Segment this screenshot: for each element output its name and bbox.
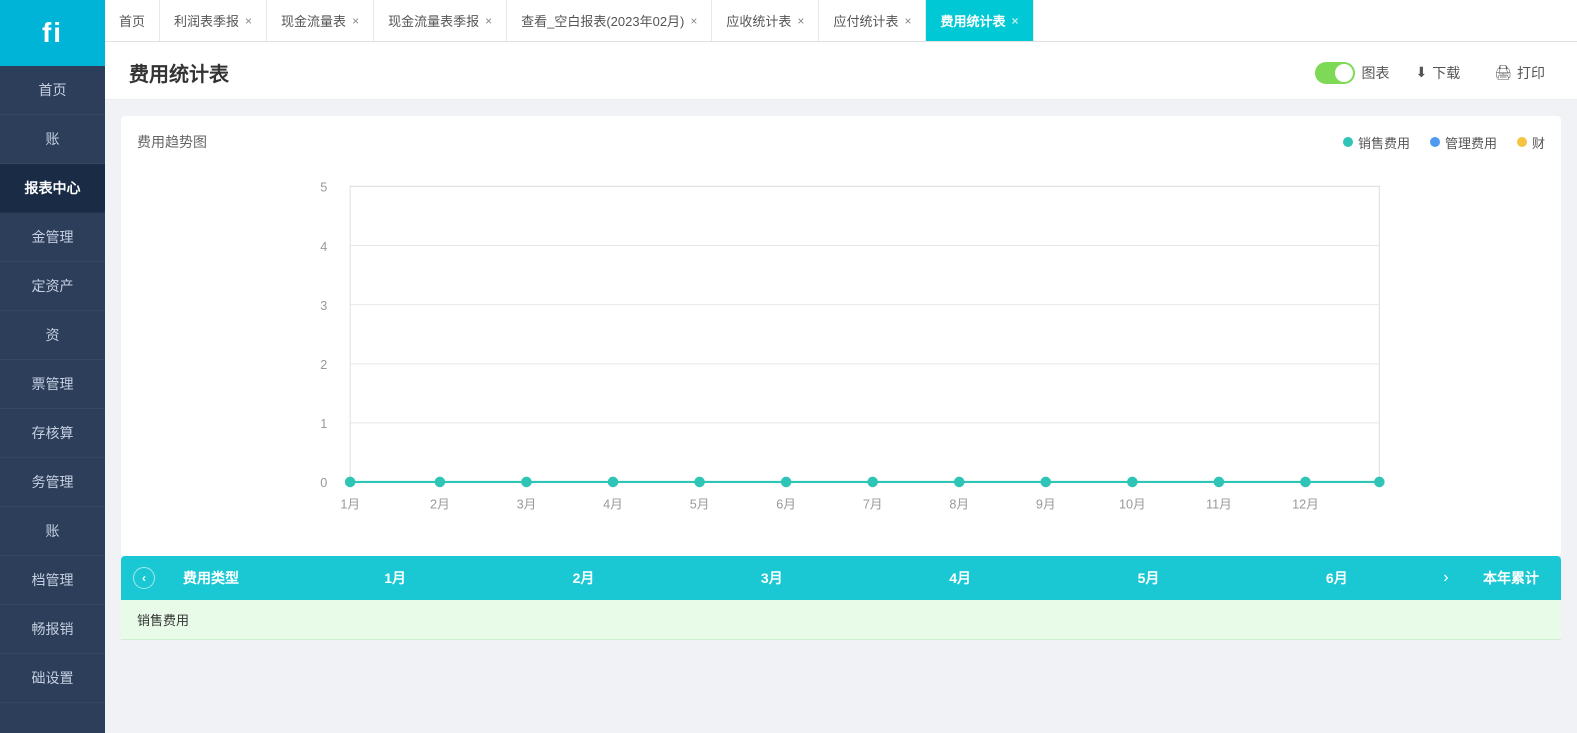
svg-text:4: 4 (320, 240, 327, 254)
th-month-2: 2月 (489, 568, 677, 588)
page-header: 费用统计表 图表 ⬇ 下载 🖨 打印 (105, 42, 1577, 100)
sidebar-item-account[interactable]: 账 (0, 115, 105, 164)
legend-label-sales: 销售费用 (1358, 133, 1410, 152)
chart-toggle[interactable] (1315, 62, 1355, 84)
sidebar-item-invoice[interactable]: 票管理 (0, 360, 105, 409)
legend-dot-sales (1343, 137, 1353, 147)
svg-text:5: 5 (320, 181, 327, 195)
sidebar: fi 首页 账 报表中心 金管理 定资产 资 票管理 存核算 务管理 账 档管理… (0, 0, 105, 733)
sidebar-item-resource[interactable]: 资 (0, 311, 105, 360)
tab-bar: 首页 利润表季报 × 现金流量表 × 现金流量表季报 × 查看_空白报表(202… (105, 0, 1577, 42)
table-header-row: ‹ 费用类型 1月 2月 3月 4月 5月 6月 › 本年累计 (121, 556, 1561, 600)
close-profit-tab[interactable]: × (245, 14, 252, 28)
print-icon: 🖨 (1494, 64, 1512, 81)
close-payable-tab[interactable]: × (904, 14, 911, 28)
th-month-4: 4月 (866, 568, 1054, 588)
svg-text:7月: 7月 (863, 497, 883, 511)
chart-title: 费用趋势图 (137, 132, 207, 152)
download-label: 下载 (1432, 63, 1460, 83)
chart-svg: 5 4 3 2 1 0 (137, 160, 1545, 540)
print-label: 打印 (1517, 63, 1545, 83)
th-total: 本年累计 (1461, 568, 1561, 588)
chart-container: 费用趋势图 销售费用 管理费用 财 (121, 116, 1561, 556)
svg-text:9月: 9月 (1036, 497, 1056, 511)
download-button[interactable]: ⬇ 下载 (1407, 59, 1468, 87)
sidebar-item-report-center[interactable]: 报表中心 (0, 164, 105, 213)
sidebar-item-archive[interactable]: 档管理 (0, 556, 105, 605)
close-cashflow-quarter-tab[interactable]: × (485, 14, 492, 28)
legend-dot-mgmt (1430, 137, 1440, 147)
table-nav-left[interactable]: ‹ (133, 567, 155, 589)
close-receivable-tab[interactable]: × (797, 14, 804, 28)
svg-text:3月: 3月 (517, 497, 537, 511)
sidebar-item-service[interactable]: 务管理 (0, 458, 105, 507)
row-label-sales: 销售费用 (121, 610, 301, 629)
chart-svg-container: 5 4 3 2 1 0 (137, 160, 1545, 540)
svg-text:3: 3 (320, 299, 327, 313)
th-month-1: 1月 (301, 568, 489, 588)
legend-label-mgmt: 管理费用 (1445, 133, 1497, 152)
sidebar-item-home[interactable]: 首页 (0, 66, 105, 115)
page-title: 费用统计表 (129, 58, 229, 87)
sidebar-item-ledger[interactable]: 账 (0, 507, 105, 556)
legend-sales: 销售费用 (1343, 133, 1410, 152)
close-expense-stat-tab[interactable]: × (1011, 14, 1018, 28)
download-icon: ⬇ (1415, 64, 1427, 81)
svg-text:4月: 4月 (603, 497, 623, 511)
print-button[interactable]: 🖨 打印 (1486, 59, 1553, 87)
svg-text:8月: 8月 (949, 497, 969, 511)
legend-dot-finance (1517, 137, 1527, 147)
sidebar-item-expense[interactable]: 畅报销 (0, 605, 105, 654)
sidebar-item-finance[interactable]: 金管理 (0, 213, 105, 262)
svg-text:10月: 10月 (1119, 497, 1146, 511)
main-area: 首页 利润表季报 × 现金流量表 × 现金流量表季报 × 查看_空白报表(202… (105, 0, 1577, 733)
legend-mgmt: 管理费用 (1430, 133, 1497, 152)
tab-receivable[interactable]: 应收统计表 × (712, 0, 819, 41)
close-cashflow-tab[interactable]: × (352, 14, 359, 28)
svg-text:0: 0 (320, 476, 327, 490)
sidebar-logo: fi (0, 0, 105, 66)
svg-text:5月: 5月 (690, 497, 710, 511)
sidebar-item-settings[interactable]: 础设置 (0, 654, 105, 703)
th-type: ‹ 费用类型 (121, 567, 301, 589)
svg-text:2: 2 (320, 358, 327, 372)
legend-label-finance: 财 (1532, 133, 1545, 152)
th-month-3: 3月 (678, 568, 866, 588)
sidebar-item-fixed-assets[interactable]: 定资产 (0, 262, 105, 311)
chart-header: 费用趋势图 销售费用 管理费用 财 (137, 132, 1545, 152)
tab-expense-stat[interactable]: 费用统计表 × (926, 0, 1033, 41)
svg-text:11月: 11月 (1206, 497, 1232, 511)
chart-toggle-wrap: 图表 (1315, 62, 1389, 84)
chart-toggle-label: 图表 (1361, 63, 1389, 83)
tab-payable[interactable]: 应付统计表 × (819, 0, 926, 41)
chart-legend: 销售费用 管理费用 财 (1343, 133, 1545, 152)
tab-cashflow-quarter[interactable]: 现金流量表季报 × (374, 0, 507, 41)
header-actions: 图表 ⬇ 下载 🖨 打印 (1315, 59, 1553, 87)
tab-home[interactable]: 首页 (105, 0, 160, 41)
table-section: ‹ 费用类型 1月 2月 3月 4月 5月 6月 › 本年累计 销售费用 (121, 556, 1561, 640)
table-row-sales: 销售费用 (121, 600, 1561, 640)
tab-cashflow[interactable]: 现金流量表 × (267, 0, 374, 41)
th-type-label: 费用类型 (183, 568, 239, 588)
tab-profit[interactable]: 利润表季报 × (160, 0, 267, 41)
content-area: 费用统计表 图表 ⬇ 下载 🖨 打印 费用趋势图 (105, 42, 1577, 733)
svg-text:12月: 12月 (1292, 497, 1319, 511)
svg-text:6月: 6月 (776, 497, 796, 511)
table-nav-right[interactable]: › (1431, 569, 1461, 587)
svg-text:1月: 1月 (340, 497, 360, 511)
svg-text:2月: 2月 (430, 497, 450, 511)
legend-finance: 财 (1517, 133, 1545, 152)
sidebar-item-inventory[interactable]: 存核算 (0, 409, 105, 458)
th-month-5: 5月 (1054, 568, 1242, 588)
tab-blank-report[interactable]: 查看_空白报表(2023年02月) × (507, 0, 712, 41)
svg-text:1: 1 (320, 417, 327, 431)
th-month-6: 6月 (1243, 568, 1431, 588)
close-blank-report-tab[interactable]: × (690, 14, 697, 28)
